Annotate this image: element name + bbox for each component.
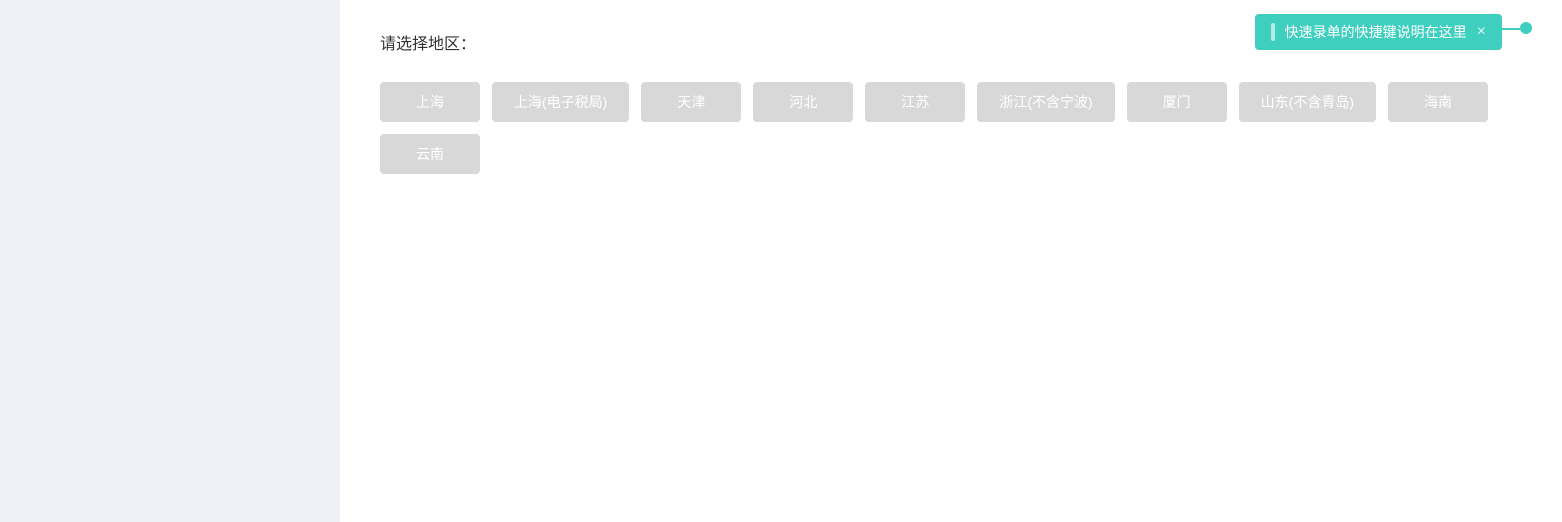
region-button[interactable]: 上海(电子税局) [492, 82, 629, 122]
sidebar [0, 0, 340, 522]
region-button[interactable]: 厦门 [1127, 82, 1227, 122]
tooltip-bar [1271, 23, 1275, 41]
region-buttons-container: 上海上海(电子税局) 天津河北江苏浙江(不含宁波) 厦门山东(不含青岛) 海南云南 [380, 82, 1522, 174]
region-button[interactable]: 江苏 [865, 82, 965, 122]
tooltip-text: 快速录单的快捷键说明在这里 [1285, 22, 1467, 42]
main-content: 请选择地区： 上海上海(电子税局)天津河北江苏浙江(不含宁波)厦门山东(不含青岛… [340, 0, 1562, 522]
tooltip-connector-dot [1520, 22, 1532, 34]
tooltip-connector-line [1502, 28, 1520, 30]
region-button[interactable]: 浙江(不含宁波) [977, 82, 1114, 122]
tooltip-close-button[interactable]: × [1477, 24, 1486, 40]
region-button[interactable]: 云南 [380, 134, 480, 174]
region-button[interactable]: 上海 [380, 82, 480, 122]
region-button[interactable]: 海南 [1388, 82, 1488, 122]
region-button[interactable]: 河北 [753, 82, 853, 122]
region-button[interactable]: 天津 [641, 82, 741, 122]
tooltip-banner: 快速录单的快捷键说明在这里 × [1255, 14, 1502, 50]
region-button[interactable]: 山东(不含青岛) [1239, 82, 1376, 122]
